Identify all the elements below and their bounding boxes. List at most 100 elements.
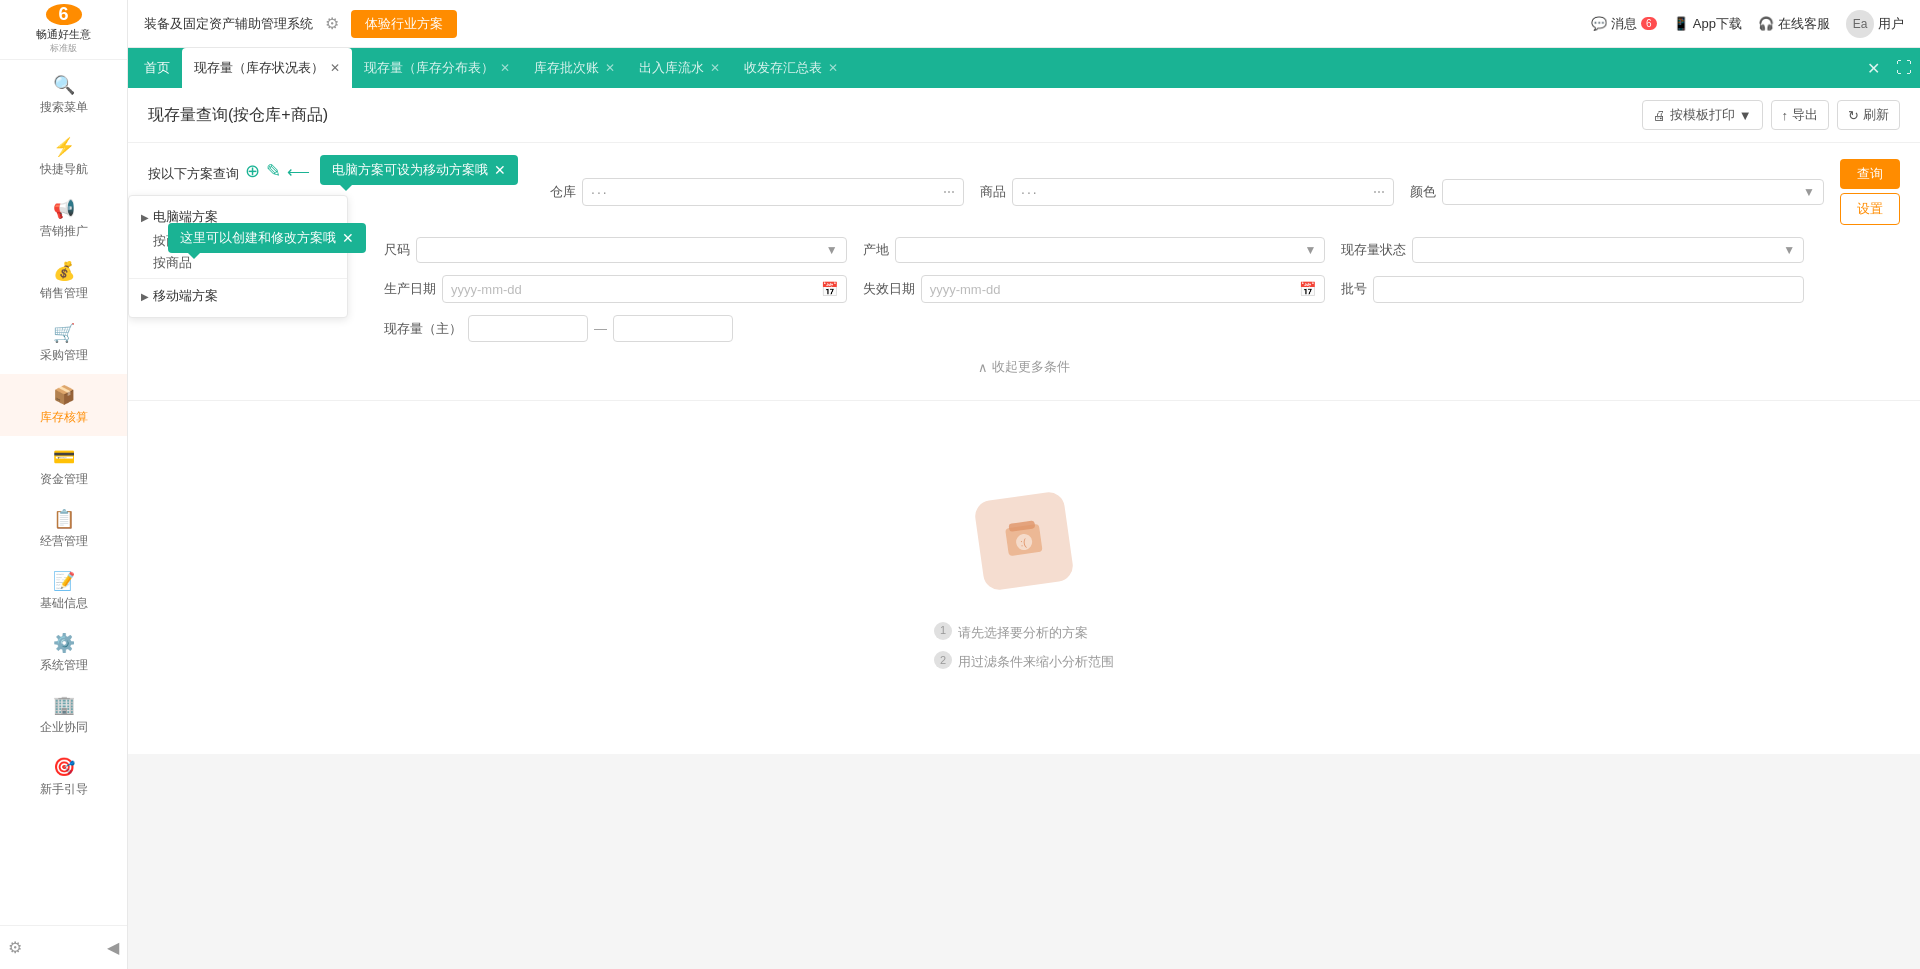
sidebar-item-operation[interactable]: 📋 经营管理 (0, 498, 127, 560)
collapse-btn[interactable]: ∧ 收起更多条件 (148, 350, 1900, 384)
stock-qty-max[interactable] (613, 315, 733, 342)
sidebar-item-sales[interactable]: 💰 销售管理 (0, 250, 127, 312)
sidebar-item-finance[interactable]: 💳 资金管理 (0, 436, 127, 498)
export-btn[interactable]: ↑ 导出 (1771, 100, 1830, 130)
empty-tip-2: 2 用过滤条件来缩小分析范围 (934, 650, 1114, 673)
purchase-icon: 🛒 (53, 322, 75, 344)
produce-date-input[interactable]: yyyy-mm-dd 📅 (442, 275, 847, 303)
tab-home[interactable]: 首页 (132, 48, 182, 88)
collapse-sidebar-icon[interactable]: ◀ (107, 938, 119, 957)
app-download-label: App下载 (1693, 15, 1742, 33)
sidebar-item-purchase[interactable]: 🛒 采购管理 (0, 312, 127, 374)
close-all-tabs-icon[interactable]: ✕ (1863, 55, 1884, 82)
tab-inout-flow[interactable]: 出入库流水 ✕ (627, 48, 732, 88)
scheme-mobile-group: ▶ 移动端方案 (129, 283, 347, 309)
headset-icon: 🎧 (1758, 16, 1774, 31)
settings-icon[interactable]: ⚙ (8, 938, 22, 957)
expire-date-input[interactable]: yyyy-mm-dd 📅 (921, 275, 1326, 303)
marketing-icon: 📢 (53, 198, 75, 220)
fullscreen-icon[interactable]: ⛶ (1892, 55, 1916, 81)
tab-close-icon[interactable]: ✕ (828, 61, 838, 75)
tab-batch-ledger[interactable]: 库存批次账 ✕ (522, 48, 627, 88)
origin-select[interactable]: ▼ (895, 237, 1326, 263)
phone-icon: 📱 (1673, 16, 1689, 31)
tooltip-edit-close[interactable]: ✕ (342, 230, 354, 246)
tab-close-icon[interactable]: ✕ (500, 61, 510, 75)
search-icon: 🔍 (53, 74, 75, 96)
goods-label: 商品 (980, 183, 1006, 201)
sidebar-item-label: 资金管理 (40, 471, 88, 488)
edit-scheme-icon[interactable]: ✎ (266, 160, 281, 182)
page-actions: 🖨 按模板打印 ▼ ↑ 导出 ↻ 刷新 (1642, 100, 1900, 130)
sidebar-item-quick[interactable]: ⚡ 快捷导航 (0, 126, 127, 188)
batch-label: 批号 (1341, 280, 1367, 298)
expire-date-label: 失效日期 (863, 280, 915, 298)
sidebar-item-system[interactable]: ⚙️ 系统管理 (0, 622, 127, 684)
tab-label: 出入库流水 (639, 59, 704, 77)
bell-icon: 💬 (1591, 16, 1607, 31)
refresh-btn[interactable]: ↻ 刷新 (1837, 100, 1900, 130)
template-print-btn[interactable]: 🖨 按模板打印 ▼ (1642, 100, 1763, 130)
system-icon: ⚙️ (53, 632, 75, 654)
user-item[interactable]: Ea 用户 (1846, 10, 1904, 38)
tab-close-icon[interactable]: ✕ (605, 61, 615, 75)
reset-btn[interactable]: 设置 (1840, 193, 1900, 225)
empty-tip-1: 1 请先选择要分析的方案 (934, 621, 1114, 644)
empty-illustration: :( (996, 513, 1052, 569)
sidebar-item-guide[interactable]: 🎯 新手引导 (0, 746, 127, 808)
sidebar-item-marketing[interactable]: 📢 营销推广 (0, 188, 127, 250)
search-btn[interactable]: 查询 (1840, 159, 1900, 189)
logo-icon: 6 (46, 4, 82, 25)
arrow-back-icon[interactable]: ⟵ (287, 162, 310, 181)
color-select[interactable]: ▼ (1442, 179, 1824, 205)
quick-icon: ⚡ (53, 136, 75, 158)
sidebar-nav: 🔍 搜索菜单 ⚡ 快捷导航 📢 营销推广 💰 销售管理 🛒 采购管理 📦 库存核… (0, 60, 127, 925)
tip-num-2: 2 (934, 651, 952, 669)
system-name: 装备及固定资产辅助管理系统 (144, 15, 313, 33)
sidebar-item-label: 快捷导航 (40, 161, 88, 178)
tab-collect-summary[interactable]: 收发存汇总表 ✕ (732, 48, 850, 88)
stock-qty-field: 现存量（主） — (384, 315, 733, 342)
header: 装备及固定资产辅助管理系统 ⚙ 体验行业方案 💬 消息 6 📱 App下载 🎧 … (128, 0, 1920, 48)
refresh-label: 刷新 (1863, 106, 1889, 124)
stock-qty-label: 现存量（主） (384, 320, 462, 338)
add-scheme-icon[interactable]: ⊕ (245, 160, 260, 182)
size-select[interactable]: ▼ (416, 237, 847, 263)
app-download-item[interactable]: 📱 App下载 (1673, 15, 1742, 33)
tab-inventory-status[interactable]: 现存量（库存状况表） ✕ (182, 48, 352, 88)
stock-status-select[interactable]: ▼ (1412, 237, 1804, 263)
export-label: 导出 (1792, 106, 1818, 124)
tab-label: 收发存汇总表 (744, 59, 822, 77)
goods-select[interactable]: ··· ⋯ (1012, 178, 1394, 206)
sidebar-item-enterprise[interactable]: 🏢 企业协同 (0, 684, 127, 746)
notifications-item[interactable]: 💬 消息 6 (1591, 15, 1657, 33)
operation-icon: 📋 (53, 508, 75, 530)
sidebar-item-label: 企业协同 (40, 719, 88, 736)
batch-input[interactable] (1373, 276, 1804, 303)
enterprise-icon: 🏢 (53, 694, 75, 716)
sidebar-item-search[interactable]: 🔍 搜索菜单 (0, 64, 127, 126)
experience-btn[interactable]: 体验行业方案 (351, 10, 457, 38)
collapse-label: 收起更多条件 (992, 358, 1070, 376)
origin-field: 产地 ▼ (863, 237, 1326, 263)
online-support-item[interactable]: 🎧 在线客服 (1758, 15, 1830, 33)
header-gear-icon[interactable]: ⚙ (325, 14, 339, 33)
tooltip-edit-scheme: 这里可以创建和修改方案哦 ✕ (168, 223, 366, 253)
range-separator: — (594, 321, 607, 336)
tab-label: 现存量（库存状况表） (194, 59, 324, 77)
calendar2-icon: 📅 (1299, 281, 1316, 297)
tab-close-icon[interactable]: ✕ (710, 61, 720, 75)
tab-close-icon[interactable]: ✕ (330, 61, 340, 75)
tab-inventory-dist[interactable]: 现存量（库存分布表） ✕ (352, 48, 522, 88)
triangle-icon: ▶ (141, 212, 149, 223)
tooltip-pc-close[interactable]: ✕ (494, 162, 506, 178)
sidebar-item-inventory[interactable]: 📦 库存核算 (0, 374, 127, 436)
warehouse-select[interactable]: ··· ⋯ (582, 178, 964, 206)
stock-qty-min[interactable] (468, 315, 588, 342)
scheme-item-2[interactable]: 按商品 (129, 252, 347, 274)
stock-status-label: 现存量状态 (1341, 241, 1406, 259)
tip-num-1: 1 (934, 622, 952, 640)
export-icon: ↑ (1782, 108, 1789, 123)
sidebar-item-label: 基础信息 (40, 595, 88, 612)
sidebar-item-basic[interactable]: 📝 基础信息 (0, 560, 127, 622)
